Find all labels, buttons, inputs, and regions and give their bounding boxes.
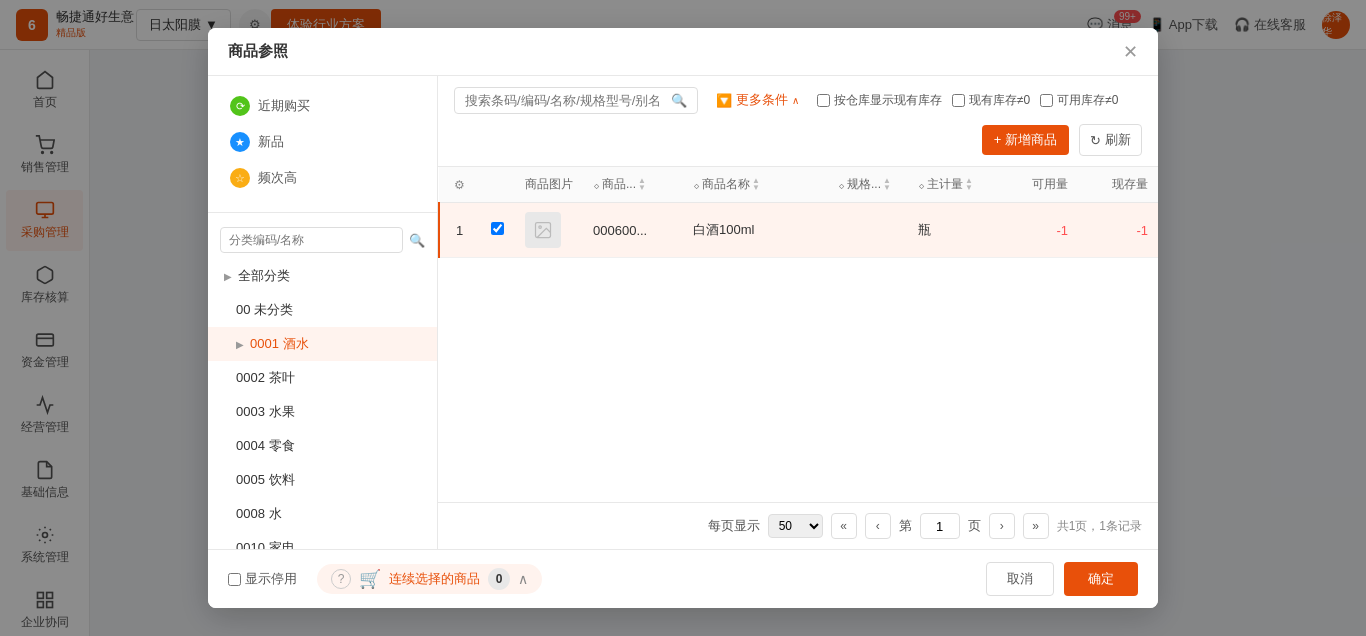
category-search-input[interactable] bbox=[220, 227, 403, 253]
quick-nav-new[interactable]: ★ 新品 bbox=[220, 124, 425, 160]
footer-cart[interactable]: ? 🛒 连续选择的商品 0 ∧ bbox=[317, 564, 542, 594]
row-checkbox-cell[interactable] bbox=[479, 203, 515, 258]
cat-item-all[interactable]: ▶ 全部分类 bbox=[208, 259, 437, 293]
page-number-input[interactable] bbox=[920, 513, 960, 539]
add-product-btn[interactable]: + 新增商品 bbox=[982, 125, 1069, 155]
th-avail: 可用量 bbox=[988, 167, 1078, 203]
modal-close-button[interactable]: ✕ bbox=[1123, 50, 1138, 61]
more-filter-btn[interactable]: 🔽 更多条件 ∧ bbox=[708, 86, 807, 114]
freq-icon: ☆ bbox=[230, 168, 250, 188]
content-area: 商品参照 ✕ ⟳ 近期购买 ★ 新品 bbox=[90, 50, 1366, 636]
category-tree: ▶ 全部分类 00 未分类 ▶ 0001 酒水 0002 茶 bbox=[208, 259, 437, 549]
refresh-btn[interactable]: ↻ 刷新 bbox=[1079, 124, 1142, 156]
cat-item-0001[interactable]: ▶ 0001 酒水 bbox=[208, 327, 437, 361]
product-search-input[interactable] bbox=[465, 93, 665, 108]
left-divider bbox=[208, 212, 437, 213]
footer-right: 取消 确定 bbox=[986, 562, 1138, 596]
help-icon[interactable]: ? bbox=[331, 569, 351, 589]
category-search: 🔍 bbox=[208, 221, 437, 259]
cat-item-00[interactable]: 00 未分类 bbox=[208, 293, 437, 327]
confirm-btn[interactable]: 确定 bbox=[1064, 562, 1138, 596]
product-search-icon[interactable]: 🔍 bbox=[671, 93, 687, 108]
main-layout: 首页 销售管理 采购管理 库存核算 资金管理 经营管理 基础信息 系统管理 bbox=[0, 50, 1366, 636]
product-search-wrap: 🔍 bbox=[454, 87, 698, 114]
product-thumb bbox=[525, 212, 561, 248]
prev-page-btn[interactable]: ‹ bbox=[865, 513, 891, 539]
product-table-wrap: ⚙ 商品图片 ⬦ 商品... bbox=[438, 167, 1158, 502]
row-name: 白酒100ml bbox=[683, 203, 828, 258]
th-check bbox=[479, 167, 515, 203]
cat-item-0004[interactable]: 0004 零食 bbox=[208, 429, 437, 463]
show-disabled-checkbox[interactable] bbox=[228, 573, 241, 586]
filter-bar: 🔍 🔽 更多条件 ∧ 按仓库显示现有库存 bbox=[438, 76, 1158, 167]
cat-item-0002[interactable]: 0002 茶叶 bbox=[208, 361, 437, 395]
recent-icon: ⟳ bbox=[230, 96, 250, 116]
row-unit: 瓶 bbox=[908, 203, 988, 258]
th-name[interactable]: ⬦ 商品名称 ▲▼ bbox=[683, 167, 828, 203]
row-checkbox[interactable] bbox=[491, 222, 504, 235]
new-icon: ★ bbox=[230, 132, 250, 152]
pagination-bar: 每页显示 50 20 100 « ‹ 第 页 › bbox=[438, 502, 1158, 549]
product-ref-modal: 商品参照 ✕ ⟳ 近期购买 ★ 新品 bbox=[208, 50, 1158, 608]
filter-available-stock[interactable]: 可用库存≠0 bbox=[1040, 92, 1118, 109]
cat-item-0003[interactable]: 0003 水果 bbox=[208, 395, 437, 429]
right-panel: 🔍 🔽 更多条件 ∧ 按仓库显示现有库存 bbox=[438, 76, 1158, 549]
th-img: 商品图片 bbox=[515, 167, 583, 203]
filter-available-stock-checkbox[interactable] bbox=[1040, 94, 1053, 107]
row-spec bbox=[828, 203, 908, 258]
filter-positive-stock-checkbox[interactable] bbox=[952, 94, 965, 107]
left-panel: ⟳ 近期购买 ★ 新品 ☆ 频次高 bbox=[208, 76, 438, 549]
row-img-cell bbox=[515, 203, 583, 258]
cat-item-0008[interactable]: 0008 水 bbox=[208, 497, 437, 531]
th-code[interactable]: ⬦ 商品... ▲▼ bbox=[583, 167, 683, 203]
row-avail: -1 bbox=[988, 203, 1078, 258]
table-header-row: ⚙ 商品图片 ⬦ 商品... bbox=[439, 167, 1158, 203]
quick-nav: ⟳ 近期购买 ★ 新品 ☆ 频次高 bbox=[208, 88, 437, 204]
cat-item-0005[interactable]: 0005 饮料 bbox=[208, 463, 437, 497]
last-page-btn[interactable]: » bbox=[1023, 513, 1049, 539]
row-num: 1 bbox=[439, 203, 479, 258]
filter-positive-stock[interactable]: 现有库存≠0 bbox=[952, 92, 1030, 109]
th-unit[interactable]: ⬦ 主计量 ▲▼ bbox=[908, 167, 988, 203]
modal-footer: 显示停用 ? 🛒 连续选择的商品 0 ∧ 取消 确定 bbox=[208, 549, 1158, 608]
modal-header: 商品参照 ✕ bbox=[208, 50, 1158, 76]
modal-overlay: 商品参照 ✕ ⟳ 近期购买 ★ 新品 bbox=[90, 50, 1366, 636]
product-table: ⚙ 商品图片 ⬦ 商品... bbox=[438, 167, 1158, 258]
cancel-btn[interactable]: 取消 bbox=[986, 562, 1054, 596]
th-spec[interactable]: ⬦ 规格... ▲▼ bbox=[828, 167, 908, 203]
row-code: 000600... bbox=[583, 203, 683, 258]
cat-item-0010[interactable]: 0010 家电 bbox=[208, 531, 437, 549]
page-total-info: 共1页，1条记录 bbox=[1057, 518, 1142, 535]
table-row[interactable]: 1 bbox=[439, 203, 1158, 258]
modal-body: ⟳ 近期购买 ★ 新品 ☆ 频次高 bbox=[208, 76, 1158, 549]
quick-nav-freq[interactable]: ☆ 频次高 bbox=[220, 160, 425, 196]
filter-by-warehouse-checkbox[interactable] bbox=[817, 94, 830, 107]
show-disabled-label[interactable]: 显示停用 bbox=[228, 570, 297, 588]
cart-count-badge: 0 bbox=[488, 568, 510, 590]
svg-point-15 bbox=[539, 226, 542, 229]
row-stock: -1 bbox=[1078, 203, 1158, 258]
th-stock: 现存量 bbox=[1078, 167, 1158, 203]
chevron-up-icon[interactable]: ∧ bbox=[518, 571, 528, 587]
table-settings-icon[interactable]: ⚙ bbox=[439, 167, 479, 203]
category-search-icon[interactable]: 🔍 bbox=[409, 233, 425, 248]
first-page-btn[interactable]: « bbox=[831, 513, 857, 539]
filter-by-warehouse[interactable]: 按仓库显示现有库存 bbox=[817, 92, 942, 109]
quick-nav-recent[interactable]: ⟳ 近期购买 bbox=[220, 88, 425, 124]
next-page-btn[interactable]: › bbox=[989, 513, 1015, 539]
footer-left: 显示停用 bbox=[228, 570, 297, 588]
modal-title: 商品参照 bbox=[228, 50, 288, 61]
page-size-select[interactable]: 50 20 100 bbox=[768, 514, 823, 538]
